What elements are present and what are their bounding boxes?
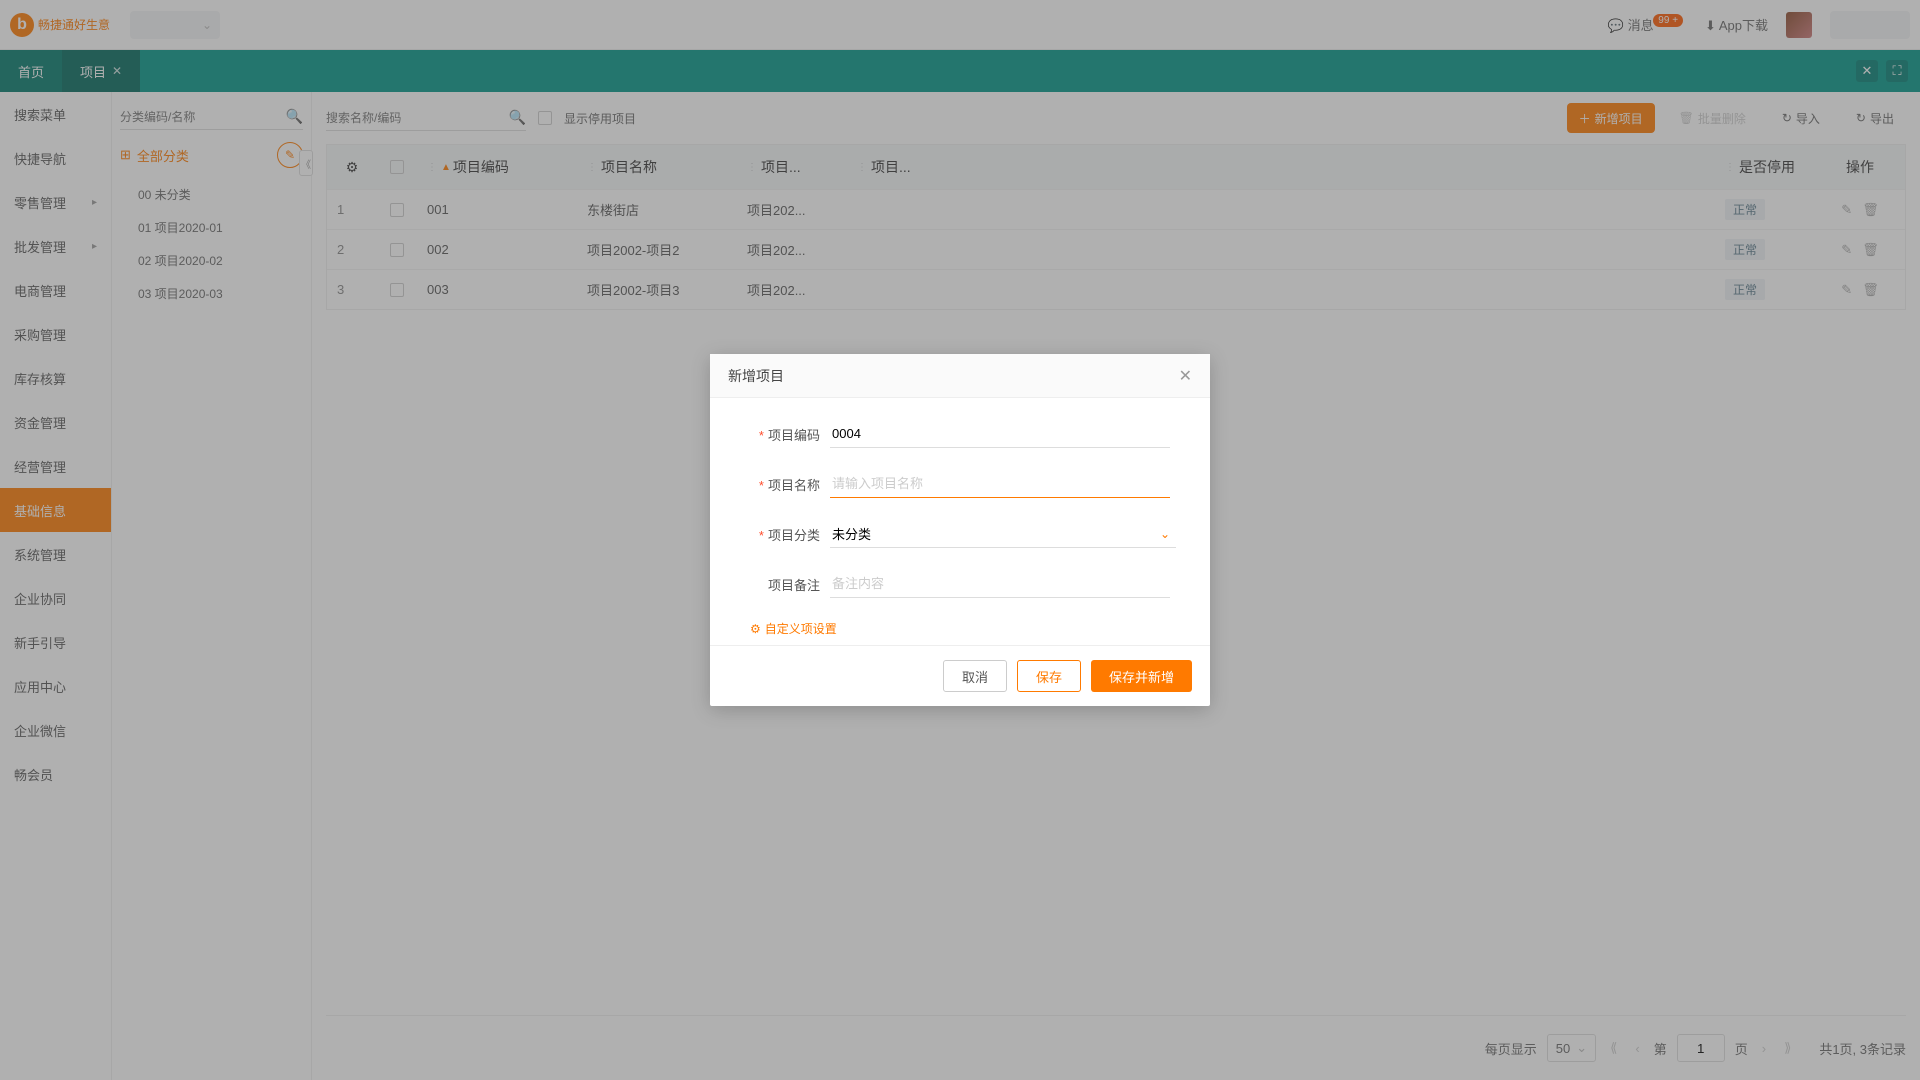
name-input[interactable]: [830, 470, 1170, 498]
modal-overlay: 新增项目 ✕ *项目编码 *项目名称 *项目分类 ⌄ 项目备注 ⚙: [0, 0, 1920, 1080]
remark-label: 项目备注: [768, 578, 820, 593]
modal-header: 新增项目 ✕: [710, 354, 1210, 398]
add-project-modal: 新增项目 ✕ *项目编码 *项目名称 *项目分类 ⌄ 项目备注 ⚙: [710, 354, 1210, 706]
gear-icon: ⚙: [750, 622, 761, 636]
close-icon[interactable]: ✕: [1179, 366, 1192, 386]
save-button[interactable]: 保存: [1017, 660, 1081, 692]
modal-title: 新增项目: [728, 366, 784, 386]
category-label: 项目分类: [768, 528, 820, 543]
custom-fields-label: 自定义项设置: [765, 620, 837, 637]
code-label: 项目编码: [768, 428, 820, 443]
code-input[interactable]: [830, 420, 1170, 448]
category-select[interactable]: [830, 520, 1176, 548]
name-label: 项目名称: [768, 478, 820, 493]
remark-input[interactable]: [830, 570, 1170, 598]
custom-fields-link[interactable]: ⚙ 自定义项设置: [750, 620, 1170, 637]
save-and-add-button[interactable]: 保存并新增: [1091, 660, 1192, 692]
modal-footer: 取消 保存 保存并新增: [710, 645, 1210, 706]
cancel-button[interactable]: 取消: [943, 660, 1007, 692]
chevron-down-icon[interactable]: ⌄: [1160, 527, 1170, 541]
